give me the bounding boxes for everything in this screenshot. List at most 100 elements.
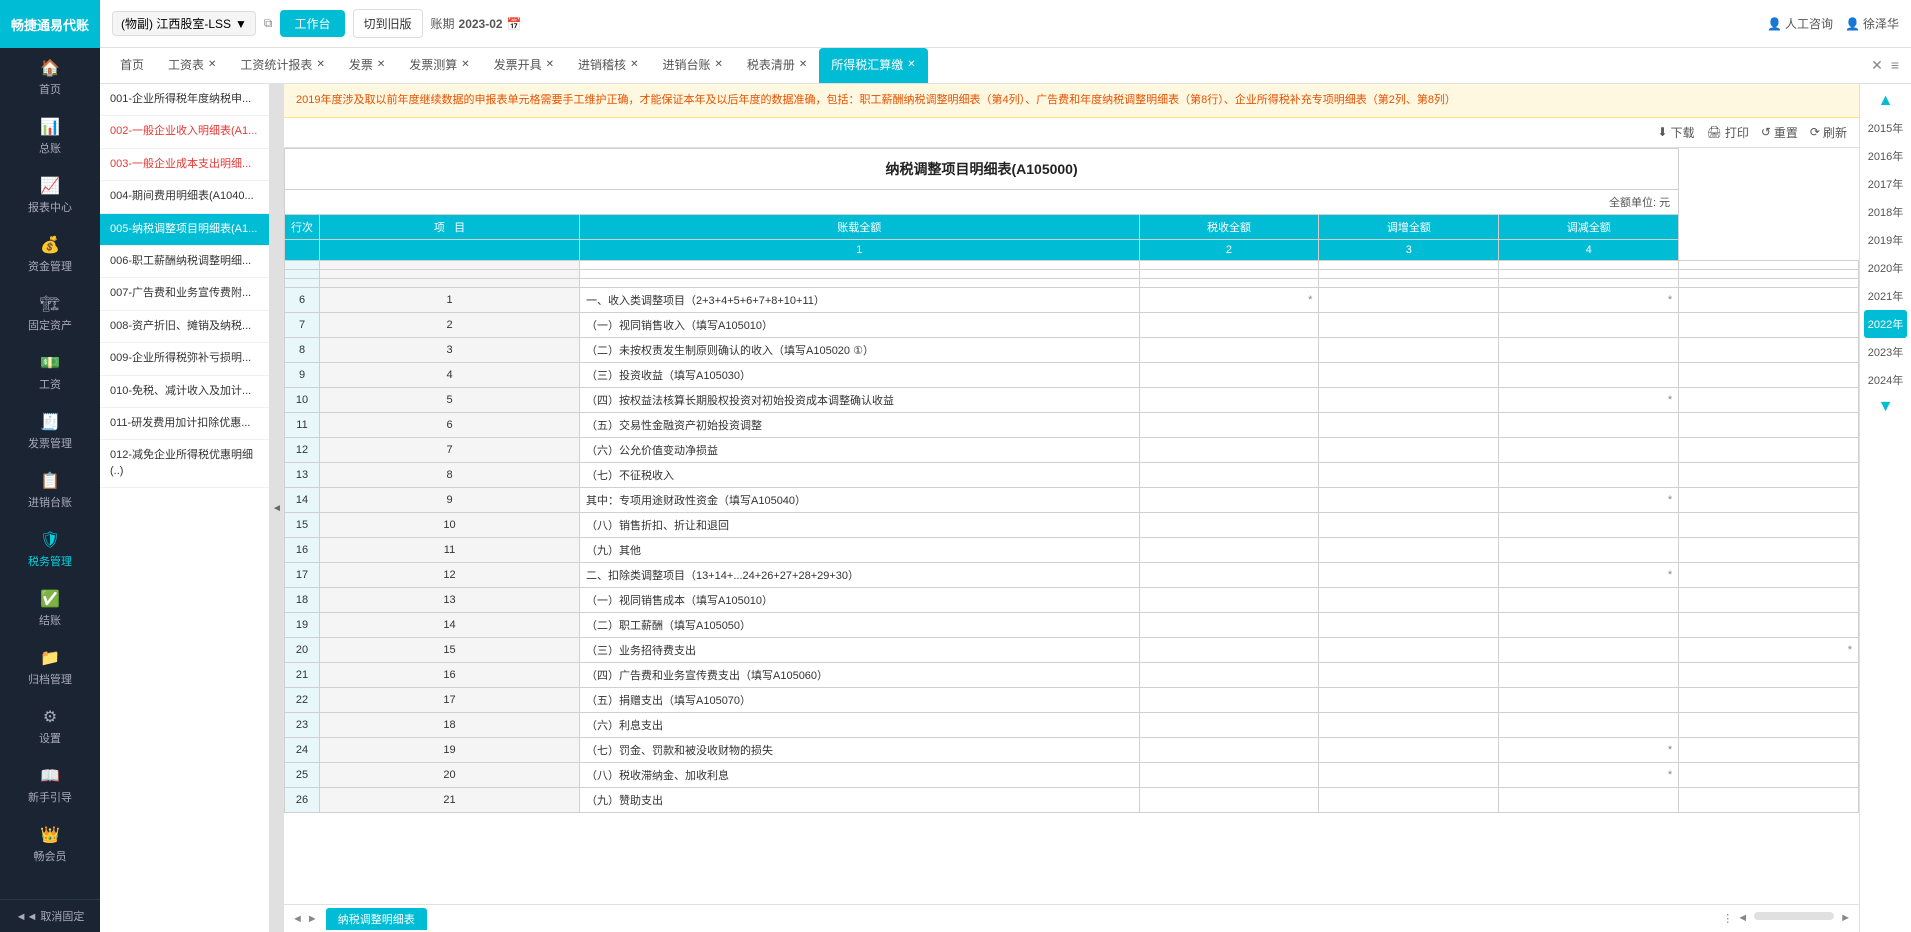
cell-c2[interactable] [1319,269,1499,278]
cell-c2[interactable] [1319,562,1499,587]
year-item[interactable]: 2021年 [1864,282,1907,310]
year-item[interactable]: 2020年 [1864,254,1907,282]
cell-c2[interactable] [1319,612,1499,637]
cell-c3[interactable]: * [1499,562,1679,587]
tab-tax-list[interactable]: 税表清册 ✕ [735,48,819,83]
cell-c2[interactable] [1319,312,1499,337]
cell-c1[interactable] [1139,687,1319,712]
cell-c1[interactable] [1139,437,1319,462]
left-item-012[interactable]: 012-减免企业所得税优惠明细(..) [100,440,269,488]
bottom-sheet-tab[interactable]: 纳税调整明细表 [326,908,427,930]
sidebar-item-guide[interactable]: 📖 新手引导 [0,756,100,815]
cell-c4[interactable] [1679,362,1859,387]
cell-c1[interactable] [1139,762,1319,787]
tab-close-invoice[interactable]: ✕ [377,59,385,70]
cell-c2[interactable] [1319,512,1499,537]
cell-c1[interactable] [1139,512,1319,537]
user-service-btn[interactable]: 👤 人工咨询 [1767,15,1833,32]
cell-c2[interactable] [1319,712,1499,737]
cell-c3[interactable] [1499,312,1679,337]
tab-close-invoice-issue[interactable]: ✕ [546,59,554,70]
sidebar-item-payroll[interactable]: 💵 工资 [0,343,100,402]
cell-c3[interactable] [1499,462,1679,487]
cell-c4[interactable] [1679,487,1859,512]
close-all-icon[interactable]: ✕ [1871,57,1883,74]
cell-c2[interactable] [1319,412,1499,437]
cell-c4[interactable] [1679,712,1859,737]
tab-close-invoice-calc[interactable]: ✕ [461,59,469,70]
cell-c1[interactable] [1139,637,1319,662]
cell-c1[interactable] [1139,662,1319,687]
cell-c4[interactable] [1679,687,1859,712]
year-item[interactable]: 2022年 [1864,310,1907,338]
company-selector[interactable]: (物副) 江西股室-LSS ▼ [112,11,256,36]
cell-c4[interactable] [1679,337,1859,362]
table-container[interactable]: 纳税调整项目明细表(A105000) 全额单位: 元 行次 项 目 账载全额 税… [284,148,1859,905]
next-sheet-icon[interactable]: ► [307,913,318,925]
cell-c1[interactable] [1139,587,1319,612]
cell-c2[interactable] [1319,737,1499,762]
cell-c1[interactable] [1139,312,1319,337]
cell-c2[interactable] [1319,762,1499,787]
sidebar-item-purchase-sales[interactable]: 📋 进销台账 [0,461,100,520]
sidebar-item-assets[interactable]: 🏗 固定资产 [0,284,100,343]
left-item-001[interactable]: 001-企业所得税年度纳税申... [100,84,269,116]
cell-c4[interactable] [1679,437,1859,462]
cell-c2[interactable] [1319,462,1499,487]
tab-close-payroll[interactable]: ✕ [208,59,216,70]
cell-c3[interactable] [1499,662,1679,687]
year-item[interactable]: 2017年 [1864,170,1907,198]
left-item-007[interactable]: 007-广告费和业务宣传费附... [100,278,269,310]
collapse-panel-button[interactable]: ◄ [270,84,284,932]
cell-c4[interactable] [1679,787,1859,812]
more-tabs-icon[interactable]: ≡ [1891,57,1899,74]
year-item[interactable]: 2024年 [1864,366,1907,394]
cell-c4[interactable] [1679,387,1859,412]
sidebar-item-ledger[interactable]: 📊 总账 [0,107,100,166]
cell-c3[interactable] [1499,537,1679,562]
cell-c3[interactable] [1499,412,1679,437]
user-avatar[interactable]: 👤 徐泽华 [1845,15,1899,32]
cell-c1[interactable] [1139,337,1319,362]
tab-purchase-ledger[interactable]: 进销台账 ✕ [650,48,734,83]
tab-home[interactable]: 首页 [108,48,156,83]
sidebar-item-vip[interactable]: 👑 畅会员 [0,815,100,874]
cell-c4[interactable] [1679,537,1859,562]
cell-c2[interactable] [1319,487,1499,512]
cell-c3[interactable] [1499,712,1679,737]
cell-c1[interactable] [1139,737,1319,762]
year-item[interactable]: 2018年 [1864,198,1907,226]
left-item-003[interactable]: 003-一般企业成本支出明细... [100,149,269,181]
cell-c3[interactable] [1499,612,1679,637]
cell-c3[interactable]: * [1499,287,1679,312]
cell-c3[interactable] [1499,687,1679,712]
cell-c4[interactable]: * [1679,637,1859,662]
cell-c2[interactable] [1319,662,1499,687]
cell-c4[interactable] [1679,260,1859,269]
left-item-011[interactable]: 011-研发费用加计扣除优惠... [100,408,269,440]
cell-c3[interactable] [1499,269,1679,278]
left-item-010[interactable]: 010-免税、减计收入及加计... [100,376,269,408]
calendar-icon[interactable]: 📅 [507,17,522,31]
tab-invoice-calc[interactable]: 发票测算 ✕ [397,48,481,83]
left-item-008[interactable]: 008-资产折旧、摊销及纳税... [100,311,269,343]
refresh-button[interactable]: ⟳ 刷新 [1810,124,1847,141]
cell-c2[interactable] [1319,437,1499,462]
cell-c3[interactable] [1499,787,1679,812]
cell-c2[interactable] [1319,362,1499,387]
cell-c4[interactable] [1679,587,1859,612]
old-version-button[interactable]: 切到旧版 [353,9,423,38]
sidebar-item-archive[interactable]: 📁 归档管理 [0,638,100,697]
copy-icon[interactable]: ⧉ [264,16,273,31]
year-nav-up[interactable]: ▲ [1874,88,1898,114]
prev-sheet-icon[interactable]: ◄ [292,913,303,925]
cell-c4[interactable] [1679,312,1859,337]
cell-c3[interactable] [1499,260,1679,269]
cell-c1[interactable] [1139,362,1319,387]
print-button[interactable]: 🖨 打印 [1707,124,1749,141]
sidebar-item-tax[interactable]: 🛡 税务管理 [0,520,100,579]
year-item[interactable]: 2023年 [1864,338,1907,366]
cell-c1[interactable] [1139,612,1319,637]
cell-c3[interactable] [1499,587,1679,612]
hscroll-track[interactable] [1754,912,1834,920]
